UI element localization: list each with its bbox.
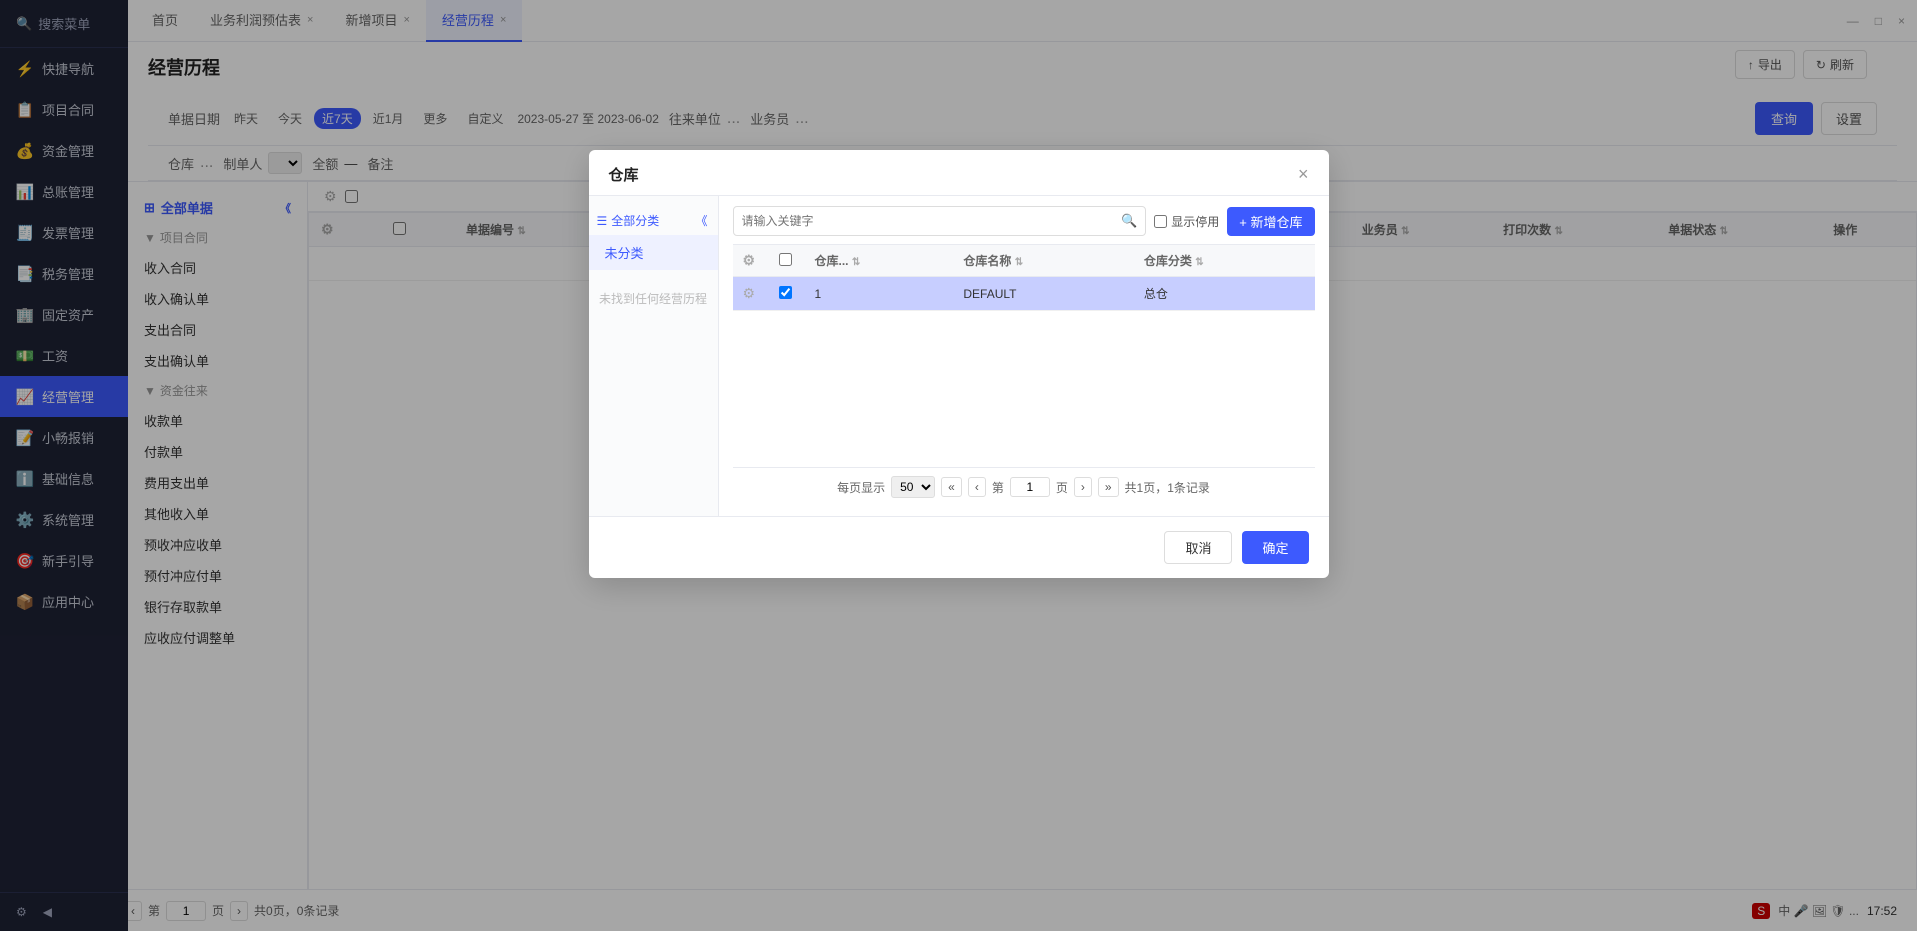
all-category-label: 全部分类 <box>611 212 659 229</box>
modal-search-box[interactable]: 🔍 <box>733 206 1147 236</box>
modal-first-page-btn[interactable]: « <box>941 477 962 497</box>
modal-row-checkbox[interactable] <box>769 277 805 311</box>
modal-last-page-btn[interactable]: » <box>1098 477 1119 497</box>
show-disabled-checkbox[interactable] <box>1154 215 1167 228</box>
sort-icon-modal: ⇅ <box>852 257 860 268</box>
modal-row-gear[interactable]: ⚙ <box>733 277 769 311</box>
modal-row-code: DEFAULT <box>953 277 1134 311</box>
modal-uncategorized[interactable]: 未分类 <box>589 235 718 270</box>
confirm-button[interactable]: 确定 <box>1242 531 1308 564</box>
modal-total-info: 共1页，1条记录 <box>1125 479 1210 496</box>
modal-per-page-label: 每页显示 <box>837 479 885 496</box>
modal-close-btn[interactable]: × <box>1298 164 1309 185</box>
modal-title: 仓库 <box>609 164 639 185</box>
modal-row-check[interactable] <box>779 286 792 299</box>
modal-header: 仓库 × <box>589 150 1329 196</box>
modal-toolbar: 🔍 显示停用 + 新增仓库 <box>733 206 1315 236</box>
modal-per-page-select[interactable]: 50 <box>891 476 935 498</box>
modal-prev-page-btn[interactable]: ‹ <box>968 477 986 497</box>
modal-pagination: 每页显示 50 « ‹ 第 页 › » 共1页，1条记录 <box>733 467 1315 506</box>
modal-next-page-btn[interactable]: › <box>1074 477 1092 497</box>
modal-col-checkbox[interactable] <box>769 245 805 277</box>
modal-actions: 取消 确定 <box>589 516 1329 578</box>
modal-col-category[interactable]: 仓库分类 ⇅ <box>1134 245 1315 277</box>
modal-col-name[interactable]: 仓库名称 ⇅ <box>953 245 1134 277</box>
modal-all-category[interactable]: ☰ 全部分类 《 <box>589 206 718 235</box>
modal-search-icon: 🔍 <box>1121 213 1137 229</box>
modal-table-wrap: ⚙ 仓库... ⇅ 仓库名称 ⇅ <box>733 244 1315 463</box>
list-icon: ☰ <box>597 214 608 228</box>
modal-no-data: 未找到任何经营历程 <box>589 270 718 327</box>
modal-row-id: 1 <box>805 277 954 311</box>
modal-page-label: 第 <box>992 479 1004 496</box>
collapse-modal-icon[interactable]: 《 <box>695 212 707 229</box>
add-warehouse-button[interactable]: + 新增仓库 <box>1227 207 1314 236</box>
modal-table-row[interactable]: ⚙ 1 DEFAULT 总仓 <box>733 277 1315 311</box>
sort-icon-modal-cat: ⇅ <box>1195 257 1203 268</box>
modal-page-suffix: 页 <box>1056 479 1068 496</box>
show-disabled-label[interactable]: 显示停用 <box>1154 213 1219 230</box>
warehouse-modal: 仓库 × ☰ 全部分类 《 未分类 未找到任何经营历程 🔍 <box>589 150 1329 578</box>
modal-row-name: 总仓 <box>1134 277 1315 311</box>
modal-right-panel: 🔍 显示停用 + 新增仓库 ⚙ <box>719 196 1329 516</box>
modal-left-panel: ☰ 全部分类 《 未分类 未找到任何经营历程 <box>589 196 719 516</box>
modal-col-id[interactable]: 仓库... ⇅ <box>805 245 954 277</box>
modal-col-settings[interactable]: ⚙ <box>733 245 769 277</box>
modal-table: ⚙ 仓库... ⇅ 仓库名称 ⇅ <box>733 244 1315 311</box>
modal-page-input[interactable] <box>1010 477 1050 497</box>
sort-icon-modal-name: ⇅ <box>1015 257 1023 268</box>
modal-body: ☰ 全部分类 《 未分类 未找到任何经营历程 🔍 显示停用 + 新增仓库 <box>589 196 1329 516</box>
modal-header-checkbox[interactable] <box>779 253 792 266</box>
modal-gear-icon[interactable]: ⚙ <box>743 252 756 269</box>
modal-search-input[interactable] <box>742 214 1122 228</box>
cancel-button[interactable]: 取消 <box>1164 531 1232 564</box>
uncategorized-label: 未分类 <box>605 243 644 262</box>
